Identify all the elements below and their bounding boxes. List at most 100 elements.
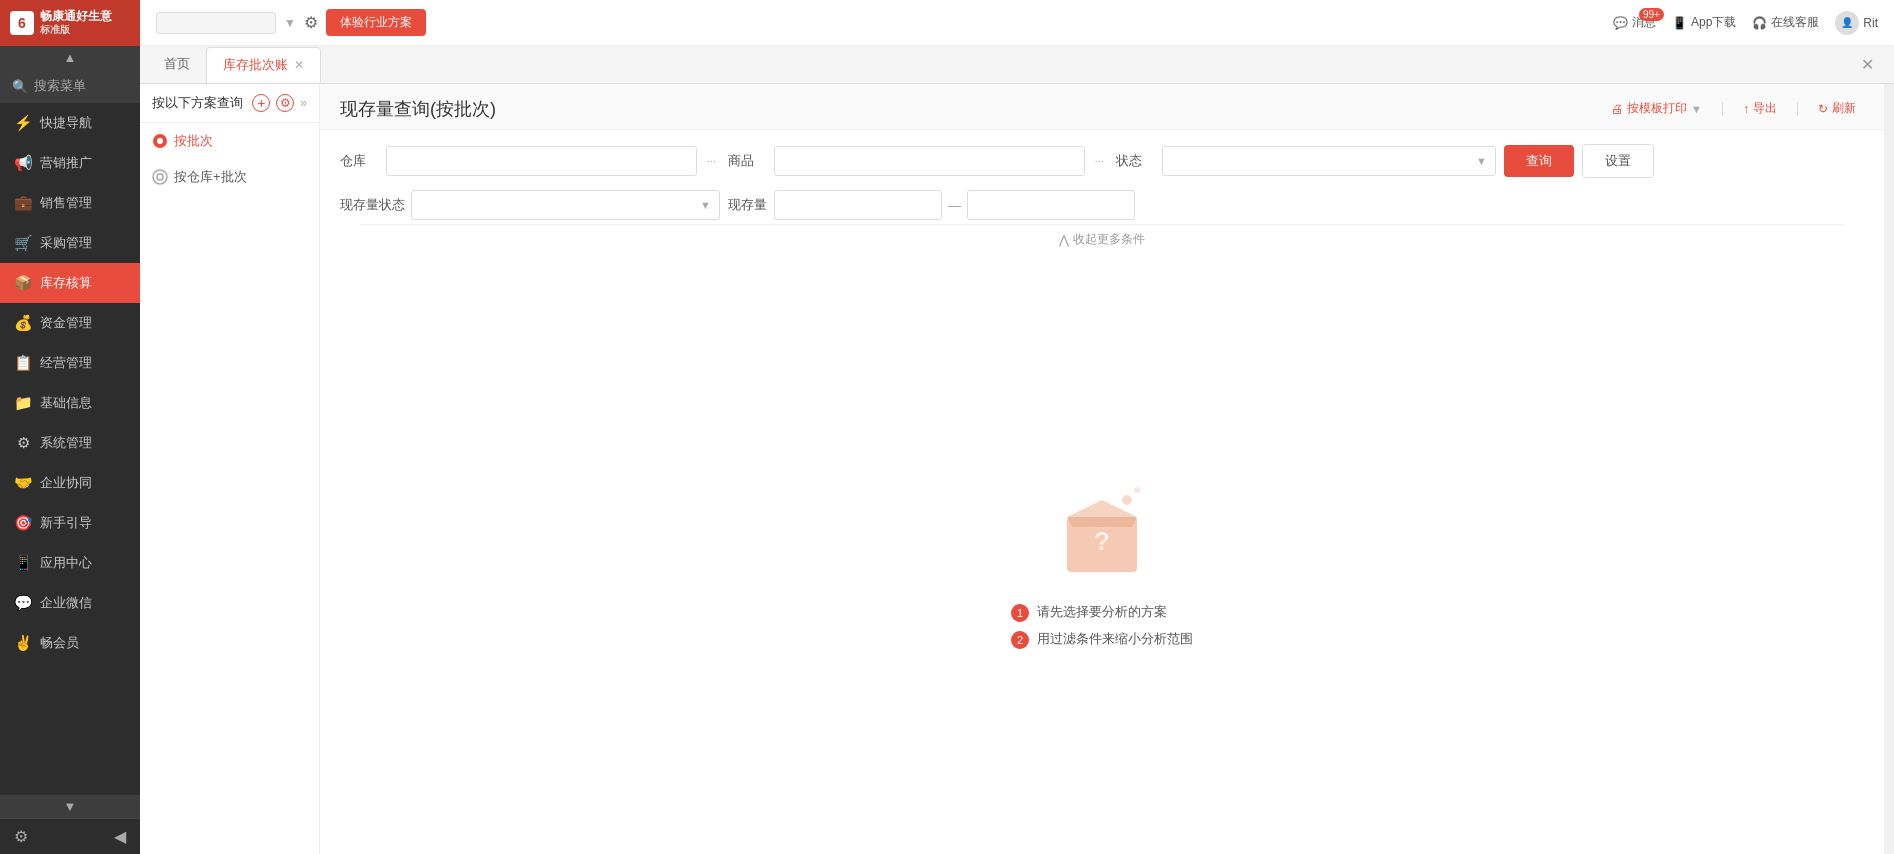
sidebar-scroll-up[interactable]: ▲	[0, 46, 140, 69]
member-icon: ✌	[14, 634, 32, 652]
user-name: Rit	[1863, 16, 1878, 30]
status-filter-group: 状态 ▼	[1116, 146, 1496, 176]
sidebar-nav: ⚡ 快捷导航 📢 营销推广 💼 销售管理 🛒 采购管理 📦 库存核算 💰 资金管…	[0, 103, 140, 795]
product-filter-group: 商品 ···	[728, 146, 1108, 176]
messages-badge: 99+	[1639, 8, 1664, 21]
query-btn[interactable]: 查询	[1504, 145, 1574, 177]
inventory-qty-filter-group: 现存量（主） —	[728, 190, 1108, 220]
sidebar-item-label: 企业微信	[40, 594, 92, 612]
warehouse-label: 仓库	[340, 152, 380, 170]
refresh-btn[interactable]: ↻ 刷新	[1810, 96, 1864, 121]
export-label: 导出	[1753, 100, 1777, 117]
user-menu[interactable]: 👤 Rit	[1835, 11, 1878, 35]
warehouse-input[interactable]	[386, 146, 697, 176]
online-service-action[interactable]: 🎧 在线客服	[1752, 14, 1819, 31]
empty-hint-2: 2 用过滤条件来缩小分析范围	[1011, 630, 1193, 649]
app-name-block: 畅康通好生意 标准版	[40, 9, 112, 37]
hint2-text: 用过滤条件来缩小分析范围	[1037, 630, 1193, 648]
tab-panel-close-btn[interactable]: ✕	[1861, 55, 1874, 74]
sidebar-item-finance[interactable]: 💰 资金管理	[0, 303, 140, 343]
topbar-gear-icon[interactable]: ⚙	[304, 13, 318, 32]
settings-btn[interactable]: 设置	[1582, 144, 1654, 178]
scheme-inactive-icon	[152, 169, 168, 185]
sidebar-item-label: 销售管理	[40, 194, 92, 212]
inventory-status-dropdown-icon: ▼	[700, 199, 711, 211]
hint1-text: 请先选择要分析的方案	[1037, 603, 1167, 621]
app-download-action[interactable]: 📱 App下载	[1672, 14, 1736, 31]
system-icon: ⚙	[14, 434, 32, 452]
online-service-label: 在线客服	[1771, 14, 1819, 31]
scheme-item-by-batch[interactable]: 按批次	[140, 123, 319, 159]
empty-state: ? 1 请先选择要分析的方案 2 用过滤条件来缩小分析范围	[320, 262, 1884, 854]
sidebar-item-system[interactable]: ⚙ 系统管理	[0, 423, 140, 463]
sidebar-header: 6 畅康通好生意 标准版	[0, 0, 140, 46]
sidebar-item-basics[interactable]: 📁 基础信息	[0, 383, 140, 423]
product-input[interactable]	[774, 146, 1085, 176]
sidebar-item-enterprise[interactable]: 🤝 企业协同	[0, 463, 140, 503]
sidebar-item-marketing[interactable]: 📢 营销推广	[0, 143, 140, 183]
warehouse-more-btn[interactable]: ···	[703, 155, 720, 167]
left-panel-title: 按以下方案查询	[152, 94, 243, 112]
breadcrumb-dropdown-icon[interactable]: ▼	[284, 16, 296, 30]
breadcrumb-input[interactable]	[156, 12, 276, 34]
scheme-label: 按批次	[174, 132, 213, 150]
tab-close-icon[interactable]: ✕	[294, 58, 304, 72]
add-scheme-icon[interactable]: +	[252, 94, 270, 112]
print-btn[interactable]: 🖨 按模板打印 ▼	[1603, 96, 1710, 121]
tab-inventory-batch-label: 库存批次账	[223, 56, 288, 74]
product-label: 商品	[728, 152, 768, 170]
inventory-status-select[interactable]: ▼	[411, 190, 720, 220]
sidebar-item-purchase[interactable]: 🛒 采购管理	[0, 223, 140, 263]
inventory-qty-label: 现存量（主）	[728, 196, 768, 214]
finance-icon: 💰	[14, 314, 32, 332]
right-scrollbar[interactable]	[1884, 84, 1894, 854]
collapse-more-btn[interactable]: ⋀ 收起更多条件	[360, 224, 1844, 254]
sidebar-item-label: 营销推广	[40, 154, 92, 172]
status-select[interactable]: ▼	[1162, 146, 1496, 176]
export-btn[interactable]: ↑ 导出	[1735, 96, 1785, 121]
topbar-left: ▼ ⚙ 体验行业方案	[156, 9, 426, 36]
sidebar-item-inventory[interactable]: 📦 库存核算	[0, 263, 140, 303]
content-area: 按以下方案查询 + ⚙ » 按批次	[140, 84, 1894, 854]
collapse-panel-icon[interactable]: »	[300, 96, 307, 110]
sidebar-item-shortcuts[interactable]: ⚡ 快捷导航	[0, 103, 140, 143]
svg-text:?: ?	[1094, 526, 1110, 556]
collapse-sidebar-icon[interactable]: ◀	[114, 827, 126, 846]
inventory-qty-from[interactable]	[774, 190, 942, 220]
empty-hints: 1 请先选择要分析的方案 2 用过滤条件来缩小分析范围	[1011, 603, 1193, 649]
refresh-label: 刷新	[1832, 100, 1856, 117]
sidebar-item-sales[interactable]: 💼 销售管理	[0, 183, 140, 223]
phone-icon: 📱	[1672, 16, 1687, 30]
scheme-settings-icon[interactable]: ⚙	[276, 94, 294, 112]
scheme-item-by-warehouse-batch[interactable]: 按仓库+批次	[140, 159, 319, 195]
sidebar-item-member[interactable]: ✌ 畅会员	[0, 623, 140, 663]
product-more-btn[interactable]: ···	[1091, 155, 1108, 167]
messages-action[interactable]: 💬 消息 99+	[1613, 14, 1656, 31]
appstore-icon: 📱	[14, 554, 32, 572]
tab-inventory-batch[interactable]: 库存批次账 ✕	[206, 47, 321, 83]
basics-icon: 📁	[14, 394, 32, 412]
sidebar-item-label: 应用中心	[40, 554, 92, 572]
header-divider	[1722, 102, 1723, 116]
collapse-more-label: 收起更多条件	[1073, 231, 1145, 248]
page-title: 现存量查询(按批次)	[340, 97, 496, 121]
sidebar-item-wechat[interactable]: 💬 企业微信	[0, 583, 140, 623]
scheme-label: 按仓库+批次	[174, 168, 247, 186]
sidebar-item-appstore[interactable]: 📱 应用中心	[0, 543, 140, 583]
message-icon: 💬	[1613, 16, 1628, 30]
status-dropdown-icon: ▼	[1476, 155, 1487, 167]
sidebar-item-newbie[interactable]: 🎯 新手引导	[0, 503, 140, 543]
sidebar-search[interactable]: 🔍 搜索菜单	[0, 69, 140, 103]
trial-btn[interactable]: 体验行业方案	[326, 9, 426, 36]
tab-home[interactable]: 首页	[148, 47, 206, 83]
sidebar-item-operations[interactable]: 📋 经营管理	[0, 343, 140, 383]
sidebar-scroll-down[interactable]: ▼	[0, 795, 140, 818]
inventory-qty-to[interactable]	[967, 190, 1135, 220]
user-avatar-icon: 👤	[1841, 17, 1853, 28]
print-dropdown-icon[interactable]: ▼	[1691, 103, 1702, 115]
settings-footer-icon[interactable]: ⚙	[14, 827, 28, 846]
tab-home-label: 首页	[164, 56, 190, 71]
sidebar-item-label: 基础信息	[40, 394, 92, 412]
inventory-status-label: 现存量状态	[340, 196, 405, 214]
svg-point-3	[157, 174, 163, 180]
